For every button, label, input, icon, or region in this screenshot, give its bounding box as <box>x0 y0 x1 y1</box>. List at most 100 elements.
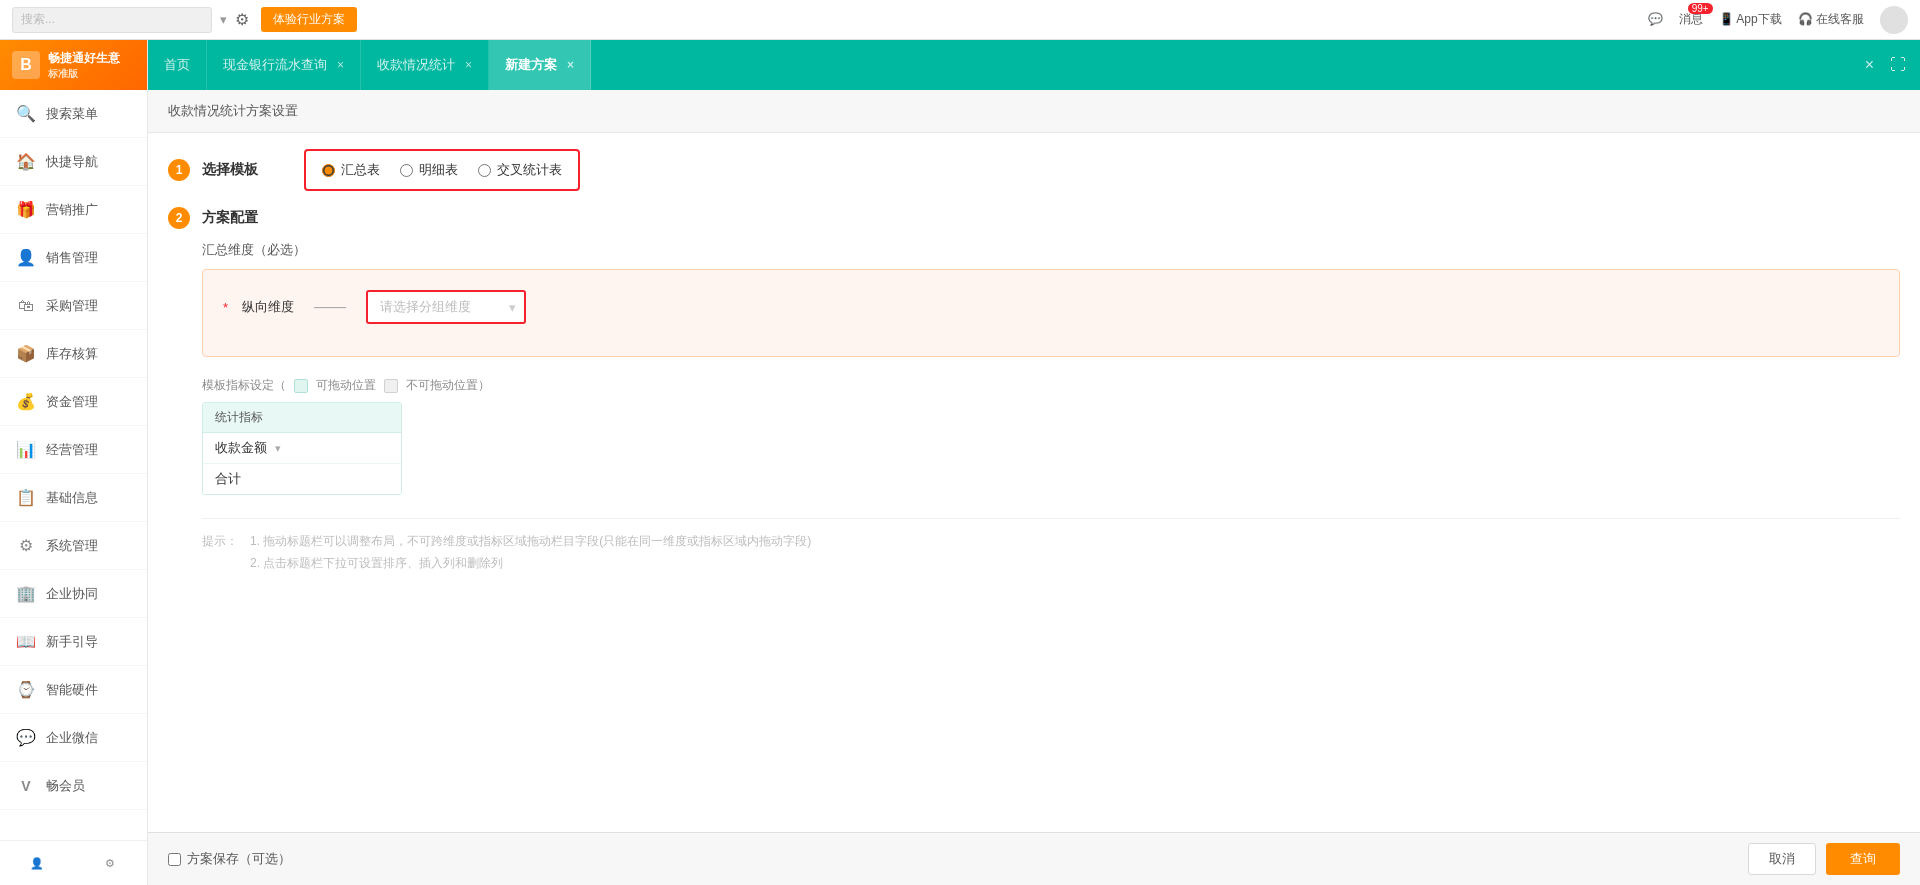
money-icon: 💰 <box>16 392 36 411</box>
message-badge[interactable]: 💬 99+ 消息 <box>1648 11 1702 28</box>
main-layout: B 畅捷通好生意 标准版 🔍 搜索菜单 🏠 快捷导航 🎁 营销推广 👤 销售管理… <box>0 40 1920 885</box>
message-icon: 💬 <box>1648 12 1663 26</box>
tab-bank-flow-close-icon[interactable]: × <box>337 58 344 72</box>
edition-label: 标准版 <box>48 67 120 81</box>
non-draggable-dot <box>384 379 398 393</box>
person-icon: 👤 <box>16 248 36 267</box>
tab-new-plan-close-icon[interactable]: × <box>567 58 574 72</box>
radio-detail-label: 明细表 <box>419 161 458 179</box>
sidebar-item-guide[interactable]: 📖 新手引导 <box>0 618 147 666</box>
dimension-area: * 纵向维度 —— 请选择分组维度 ▾ <box>202 269 1900 357</box>
chart-icon: 📊 <box>16 440 36 459</box>
step2-number: 2 <box>168 207 190 229</box>
radio-cross-label: 交叉统计表 <box>497 161 562 179</box>
tab-bank-flow[interactable]: 现金银行流水查询 × <box>207 40 361 90</box>
dropdown-arrow-icon[interactable]: ▾ <box>275 442 281 455</box>
top-bar-right: 💬 99+ 消息 📱 App下载 🎧 在线客服 <box>1648 6 1908 34</box>
radio-detail[interactable]: 明细表 <box>400 161 458 179</box>
arrow-icon: —— <box>314 298 346 316</box>
tab-new-plan[interactable]: 新建方案 × <box>489 40 591 90</box>
step1-number: 1 <box>168 159 190 181</box>
sidebar-label-system: 系统管理 <box>46 537 98 555</box>
radio-summary[interactable]: 汇总表 <box>322 161 380 179</box>
sidebar-label-operations: 经营管理 <box>46 441 98 459</box>
sidebar-item-inventory[interactable]: 📦 库存核算 <box>0 330 147 378</box>
metrics-table-header: 统计指标 <box>203 403 401 433</box>
headset-icon: 🎧 <box>1798 12 1813 26</box>
sidebar-label-marketing: 营销推广 <box>46 201 98 219</box>
message-label: 消息 <box>1679 12 1703 26</box>
metrics-row-total: 合计 <box>203 464 401 494</box>
save-plan-checkbox[interactable]: 方案保存（可选） <box>168 850 291 868</box>
logo-icon: B <box>12 51 40 79</box>
step1-section: 1 选择模板 汇总表 明细表 交 <box>148 133 1920 602</box>
app-download-link[interactable]: 📱 App下载 <box>1719 11 1782 28</box>
message-count: 99+ <box>1688 3 1713 14</box>
save-plan-checkbox-input[interactable] <box>168 853 181 866</box>
tab-bar-actions: × ⛶ <box>1859 52 1920 78</box>
non-draggable-label: 不可拖动位置） <box>406 377 490 394</box>
building-icon: 🏢 <box>16 584 36 603</box>
sidebar-item-smart-hw[interactable]: ⌚ 智能硬件 <box>0 666 147 714</box>
sidebar-item-basic-info[interactable]: 📋 基础信息 <box>0 474 147 522</box>
tab-close-all-icon[interactable]: × <box>1859 52 1880 78</box>
sidebar-label-inventory: 库存核算 <box>46 345 98 363</box>
sidebar-item-sales[interactable]: 👤 销售管理 <box>0 234 147 282</box>
draggable-label: 可拖动位置 <box>316 377 376 394</box>
sidebar-item-corp-collab[interactable]: 🏢 企业协同 <box>0 570 147 618</box>
radio-summary-label: 汇总表 <box>341 161 380 179</box>
tab-receipt-stat-close-icon[interactable]: × <box>465 58 472 72</box>
cancel-button[interactable]: 取消 <box>1748 843 1816 875</box>
sidebar: B 畅捷通好生意 标准版 🔍 搜索菜单 🏠 快捷导航 🎁 营销推广 👤 销售管理… <box>0 40 148 885</box>
sidebar-item-finance[interactable]: 💰 资金管理 <box>0 378 147 426</box>
radio-cross[interactable]: 交叉统计表 <box>478 161 562 179</box>
sidebar-label-smart-hw: 智能硬件 <box>46 681 98 699</box>
watch-icon: ⌚ <box>16 680 36 699</box>
sidebar-item-quick-nav[interactable]: 🏠 快捷导航 <box>0 138 147 186</box>
tip-text-2: 2. 点击标题栏下拉可设置排序、插入列和删除列 <box>202 553 1900 575</box>
chat-icon: 💬 <box>16 728 36 747</box>
tab-receipt-stat[interactable]: 收款情况统计 × <box>361 40 489 90</box>
sidebar-item-system[interactable]: ⚙ 系统管理 <box>0 522 147 570</box>
dimension-row: * 纵向维度 —— 请选择分组维度 ▾ <box>223 290 1879 324</box>
sidebar-label-guide: 新手引导 <box>46 633 98 651</box>
metrics-total-label: 合计 <box>215 470 241 488</box>
dimension-section-title: 汇总维度（必选） <box>202 241 1900 259</box>
page-content: 收款情况统计方案设置 1 选择模板 汇总表 明细表 <box>148 90 1920 832</box>
trial-button[interactable]: 体验行业方案 <box>261 7 357 32</box>
tip-text-1: 提示： 1. 拖动标题栏可以调整布局，不可跨维度或指标区域拖动栏目字段(只能在同… <box>202 531 1900 553</box>
online-service-link[interactable]: 🎧 在线客服 <box>1798 11 1864 28</box>
sidebar-item-member[interactable]: V 畅会员 <box>0 762 147 810</box>
sidebar-item-purchase[interactable]: 🛍 采购管理 <box>0 282 147 330</box>
sidebar-logo: B 畅捷通好生意 标准版 <box>0 40 147 90</box>
tab-receipt-stat-label: 收款情况统计 <box>377 56 455 74</box>
draggable-hint: 模板指标设定（ 可拖动位置 不可拖动位置） <box>202 377 1900 394</box>
sidebar-footer-icon1[interactable]: 👤 <box>0 841 74 885</box>
metrics-row-receipt-amount[interactable]: 收款金额 ▾ <box>203 433 401 464</box>
tab-maximize-icon[interactable]: ⛶ <box>1884 52 1912 78</box>
settings-gear-icon[interactable]: ⚙ <box>235 10 249 29</box>
sidebar-label-search-menu: 搜索菜单 <box>46 105 98 123</box>
action-buttons: 取消 查询 <box>1748 843 1900 875</box>
tab-bar: 首页 现金银行流水查询 × 收款情况统计 × 新建方案 × × ⛶ <box>148 40 1920 90</box>
sidebar-item-corp-wechat[interactable]: 💬 企业微信 <box>0 714 147 762</box>
sidebar-label-finance: 资金管理 <box>46 393 98 411</box>
sidebar-item-marketing[interactable]: 🎁 营销推广 <box>0 186 147 234</box>
search-bar[interactable]: 搜索... <box>12 7 212 33</box>
step2-section: 2 方案配置 汇总维度（必选） * 纵向维度 —— 请选择分 <box>168 207 1900 586</box>
dropdown-arrow-icon[interactable]: ▾ <box>220 12 227 27</box>
member-icon: V <box>16 778 36 794</box>
sidebar-item-search-menu[interactable]: 🔍 搜索菜单 <box>0 90 147 138</box>
sidebar-footer-icon2[interactable]: ⚙ <box>74 841 148 885</box>
search-menu-icon: 🔍 <box>16 104 36 123</box>
dimension-select[interactable]: 请选择分组维度 ▾ <box>366 290 526 324</box>
step1-row: 1 选择模板 汇总表 明细表 交 <box>168 149 1900 191</box>
home-icon: 🏠 <box>16 152 36 171</box>
sidebar-label-basic-info: 基础信息 <box>46 489 98 507</box>
sidebar-item-operations[interactable]: 📊 经营管理 <box>0 426 147 474</box>
gift-icon: 🎁 <box>16 200 36 219</box>
query-button[interactable]: 查询 <box>1826 843 1900 875</box>
app-name: 畅捷通好生意 <box>48 50 120 67</box>
tab-home[interactable]: 首页 <box>148 40 207 90</box>
user-avatar[interactable] <box>1880 6 1908 34</box>
